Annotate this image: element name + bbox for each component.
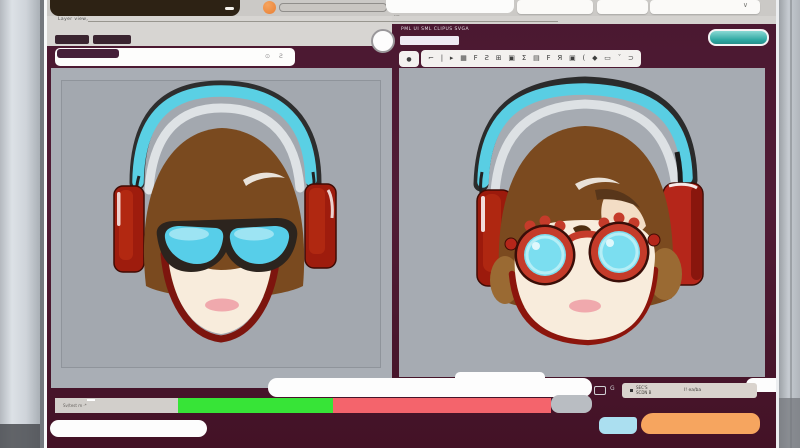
teal-action-button[interactable]: [708, 29, 769, 46]
zoom-icon[interactable]: ⊙: [265, 53, 270, 60]
tool-icon[interactable]: |: [441, 55, 443, 62]
avatar-round-glasses-illustration: [473, 76, 704, 346]
tool-icon[interactable]: ⊞: [496, 55, 502, 62]
bezel-right-line: [790, 0, 792, 448]
screen: ∨ Layer view, -··- ⊙ Ƨ PML UI SML CLIPUS…: [0, 0, 800, 448]
progress-segment-red: [333, 398, 551, 413]
monitor-bezel-right-foot: [779, 398, 800, 448]
tool-icon[interactable]: ◆: [592, 55, 597, 62]
text-input[interactable]: [400, 36, 459, 45]
progress-label: Sv/test m ·*: [63, 403, 87, 408]
menu-dash-icon: [225, 7, 234, 10]
tool-icon[interactable]: F: [547, 55, 551, 62]
chevron-down-icon[interactable]: ∨: [743, 1, 748, 9]
bottom-pill-button[interactable]: [50, 420, 207, 437]
tool-icon[interactable]: Ƨ: [484, 55, 488, 62]
tool-icon[interactable]: ▣: [508, 55, 515, 62]
address-bar[interactable]: [386, 0, 514, 13]
tool-icon[interactable]: ⌐: [428, 55, 434, 62]
dot-icon: ●: [406, 55, 412, 63]
menu-item-2[interactable]: [93, 35, 131, 44]
tool-icon[interactable]: Я: [557, 55, 562, 62]
slider-handle[interactable]: [263, 1, 276, 14]
dark-menu-bar: [50, 0, 240, 16]
earcup-right: [304, 183, 337, 269]
tool-icon[interactable]: ▸: [450, 55, 454, 62]
monitor-bezel-left-foot: [0, 424, 40, 448]
tool-icon[interactable]: ˇ: [618, 55, 622, 62]
tool-icon[interactable]: ⊃: [628, 55, 634, 62]
tool-icon[interactable]: ▣: [569, 55, 576, 62]
right-panel-title: PML UI SML CLIPUS SVGA: [401, 27, 470, 32]
progress-segment-green: [178, 398, 333, 413]
top-tab-3[interactable]: ∨: [650, 0, 760, 14]
earcup-left: [113, 185, 145, 273]
orange-button[interactable]: [641, 413, 760, 434]
tool-icon[interactable]: ▦: [460, 55, 467, 62]
mouth: [569, 299, 601, 313]
document-tab[interactable]: ⊙ Ƨ: [55, 48, 295, 66]
tool-icon[interactable]: (: [583, 55, 586, 62]
slider-track[interactable]: [279, 3, 387, 12]
monitor-bezel-left: [0, 0, 40, 448]
circle-button[interactable]: [371, 29, 395, 53]
cyan-button[interactable]: [599, 417, 637, 434]
progress-label-segment: Sv/test m ·*: [55, 398, 178, 413]
tool-icon[interactable]: ▭: [604, 55, 611, 62]
progress-thumb[interactable]: [551, 395, 592, 413]
tool-button-pointer[interactable]: ●: [399, 51, 419, 67]
mouth: [205, 298, 239, 312]
tool-icon[interactable]: Σ: [522, 55, 526, 62]
menu-item-1[interactable]: [55, 35, 89, 44]
avatar-goggles-illustration: [113, 80, 337, 343]
status-bar: SEC'S SCDN B l! ea/ba: [622, 383, 757, 398]
tool-icon[interactable]: ▤: [533, 55, 540, 62]
status-left-text: SEC'S SCDN B: [636, 385, 652, 395]
status-dot-icon: [630, 389, 633, 392]
progress-dash-icon: [87, 399, 95, 401]
active-tab-marker: [57, 49, 119, 58]
tool-icon[interactable]: F: [474, 55, 478, 62]
top-tab-1[interactable]: [517, 0, 593, 14]
divider-hairline: [88, 21, 558, 22]
icon-toolbar: ⌐ | ▸ ▦ F Ƨ ⊞ ▣ Σ ▤ F Я ▣ ( ◆ ▭ ˇ ⊃: [421, 50, 641, 67]
snap-icon[interactable]: Ƨ: [279, 53, 283, 60]
checkbox[interactable]: [594, 386, 606, 395]
right-header-strip: [392, 16, 777, 24]
tick-label: -··-: [394, 13, 400, 18]
checkbox-label: G: [610, 385, 615, 392]
info-label: Layer view,: [58, 17, 89, 22]
top-tab-2[interactable]: [597, 0, 648, 14]
status-right-text: l! ea/ba: [684, 388, 702, 393]
